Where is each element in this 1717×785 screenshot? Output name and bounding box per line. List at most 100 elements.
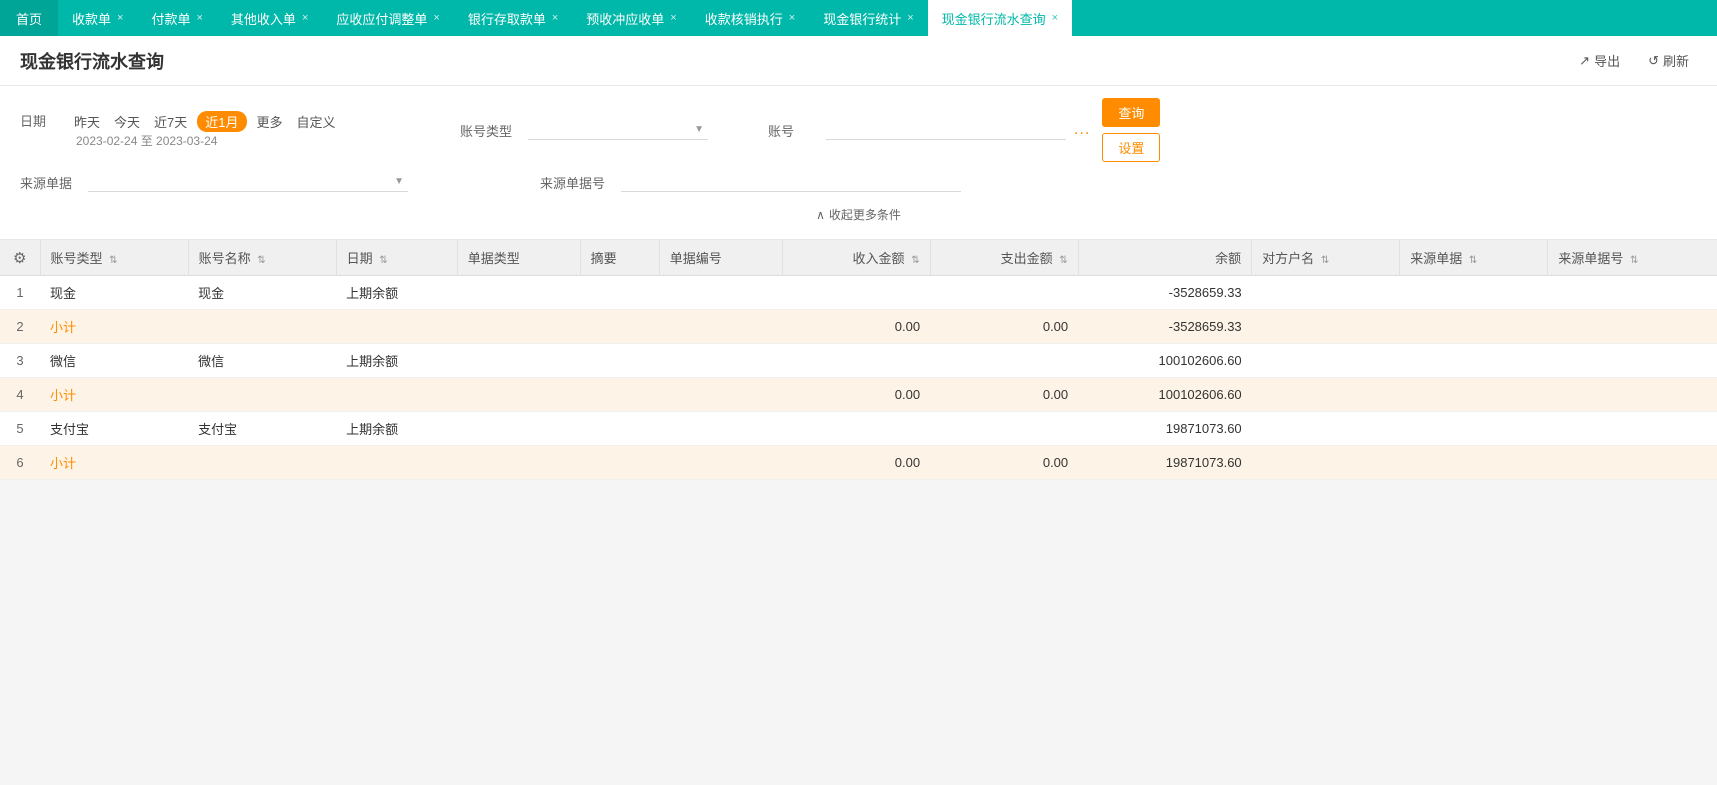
income-cell xyxy=(782,276,930,310)
nav-cash-bank-flow-close[interactable]: × xyxy=(1052,12,1058,24)
th-counterpart: 对方户名 ⇅ xyxy=(1252,240,1400,276)
account_name-cell xyxy=(188,310,336,344)
source_doc-cell xyxy=(1400,276,1548,310)
th-doc-type: 单据类型 xyxy=(457,240,580,276)
date-cell xyxy=(336,310,457,344)
date-opt-1month[interactable]: 近1月 xyxy=(197,111,246,132)
doc_type-cell xyxy=(457,446,580,480)
date-opt-7days[interactable]: 近7天 xyxy=(150,111,191,132)
date-opt-yesterday[interactable]: 昨天 xyxy=(70,111,104,132)
th-expense-label: 支出金额 xyxy=(1001,251,1053,266)
date-filter-label: 日期 xyxy=(20,111,62,130)
nav-item-receipt-verify[interactable]: 收款核销执行 × xyxy=(691,0,809,36)
nav-bank-deposit-close[interactable]: × xyxy=(552,12,558,24)
table-row[interactable]: 3微信微信上期余额100102606.60 xyxy=(0,344,1717,378)
income-cell xyxy=(782,412,930,446)
nav-item-other-income[interactable]: 其他收入单 × xyxy=(217,0,322,36)
account_type-cell: 小计 xyxy=(40,310,188,344)
date-opt-custom[interactable]: 自定义 xyxy=(293,111,340,132)
table-row[interactable]: 6小计0.000.0019871073.60 xyxy=(0,446,1717,480)
nav-payment-close[interactable]: × xyxy=(196,12,202,24)
date-range-text: 2023-02-24 至 2023-03-24 xyxy=(76,132,348,149)
refresh-icon: ↺ xyxy=(1648,53,1659,69)
expense-cell xyxy=(930,276,1078,310)
account_name-cell: 现金 xyxy=(188,276,336,310)
nav-cash-bank-flow-label: 现金银行流水查询 xyxy=(942,9,1046,28)
sort-account-name-icon[interactable]: ⇅ xyxy=(257,255,265,266)
action-buttons: 查询 设置 xyxy=(1102,98,1160,162)
table-container: ⚙ 账号类型 ⇅ 账号名称 ⇅ 日期 ⇅ 单据类型 摘要 xyxy=(0,240,1717,480)
export-button[interactable]: ↗ 导出 xyxy=(1571,47,1628,74)
nav-item-payment[interactable]: 付款单 × xyxy=(137,0,216,36)
balance-cell: -3528659.33 xyxy=(1078,310,1252,344)
date-opt-today[interactable]: 今天 xyxy=(110,111,144,132)
nav-item-cash-bank-stat[interactable]: 现金银行统计 × xyxy=(809,0,927,36)
income-cell: 0.00 xyxy=(782,446,930,480)
th-source-doc: 来源单据 ⇅ xyxy=(1400,240,1548,276)
nav-receipt-close[interactable]: × xyxy=(117,12,123,24)
row-num-cell: 6 xyxy=(0,446,40,480)
nav-item-cash-bank-flow[interactable]: 现金银行流水查询 × xyxy=(928,0,1072,36)
account-label: 账号 xyxy=(768,121,810,140)
account-input[interactable] xyxy=(826,120,1066,140)
source_doc-cell xyxy=(1400,446,1548,480)
date-opt-more[interactable]: 更多 xyxy=(253,111,287,132)
doc_type-cell xyxy=(457,310,580,344)
source_doc_no-cell xyxy=(1548,344,1717,378)
settings-button[interactable]: 设置 xyxy=(1102,133,1160,162)
source_doc_no-cell xyxy=(1548,276,1717,310)
nav-item-home[interactable]: 首页 xyxy=(0,0,58,36)
doc_no-cell xyxy=(659,344,782,378)
doc_type-cell xyxy=(457,378,580,412)
table-row[interactable]: 1现金现金上期余额-3528659.33 xyxy=(0,276,1717,310)
query-button[interactable]: 查询 xyxy=(1102,98,1160,127)
account_name-cell xyxy=(188,378,336,412)
account-ellipsis-button[interactable]: ... xyxy=(1074,121,1090,139)
collapse-label: 收起更多条件 xyxy=(829,206,901,223)
source-doc-select[interactable] xyxy=(88,172,408,191)
source_doc_no-cell xyxy=(1548,378,1717,412)
nav-item-prepay-ar[interactable]: 预收冲应收单 × xyxy=(572,0,690,36)
doc_no-cell xyxy=(659,276,782,310)
nav-item-bank-deposit[interactable]: 银行存取款单 × xyxy=(454,0,572,36)
account-type-select[interactable]: 现金 微信 支付宝 xyxy=(528,120,708,139)
balance-cell: 19871073.60 xyxy=(1078,446,1252,480)
source-doc-num-input[interactable] xyxy=(621,172,961,192)
sort-account-type-icon[interactable]: ⇅ xyxy=(109,255,117,266)
top-navigation: 首页 收款单 × 付款单 × 其他收入单 × 应收应付调整单 × 银行存取款单 … xyxy=(0,0,1717,36)
sort-date-icon[interactable]: ⇅ xyxy=(379,255,387,266)
source_doc-cell xyxy=(1400,412,1548,446)
table-row[interactable]: 4小计0.000.00100102606.60 xyxy=(0,378,1717,412)
summary-cell xyxy=(580,412,659,446)
nav-other-income-close[interactable]: × xyxy=(302,12,308,24)
account_type-cell: 支付宝 xyxy=(40,412,188,446)
collapse-filter-button[interactable]: ∧ 收起更多条件 xyxy=(20,202,1697,231)
sort-source-doc-no-icon[interactable]: ⇅ xyxy=(1630,255,1638,266)
nav-receipt-verify-close[interactable]: × xyxy=(789,12,795,24)
sort-counterpart-icon[interactable]: ⇅ xyxy=(1321,255,1329,266)
table-row[interactable]: 2小计0.000.00-3528659.33 xyxy=(0,310,1717,344)
column-settings-icon[interactable]: ⚙ xyxy=(13,250,26,267)
th-source-doc-no-label: 来源单据号 xyxy=(1558,251,1623,266)
refresh-button[interactable]: ↺ 刷新 xyxy=(1640,47,1697,74)
th-doc-no: 单据编号 xyxy=(659,240,782,276)
sort-source-doc-icon[interactable]: ⇅ xyxy=(1469,255,1477,266)
counterpart-cell xyxy=(1252,412,1400,446)
counterpart-cell xyxy=(1252,276,1400,310)
nav-prepay-ar-label: 预收冲应收单 xyxy=(586,9,664,28)
th-source-doc-label: 来源单据 xyxy=(1410,251,1462,266)
table-row[interactable]: 5支付宝支付宝上期余额19871073.60 xyxy=(0,412,1717,446)
account_type-cell: 微信 xyxy=(40,344,188,378)
th-account-name: 账号名称 ⇅ xyxy=(188,240,336,276)
nav-prepay-ar-close[interactable]: × xyxy=(670,12,676,24)
nav-item-receipt[interactable]: 收款单 × xyxy=(58,0,137,36)
nav-receipt-label: 收款单 xyxy=(72,9,111,28)
nav-cash-bank-stat-close[interactable]: × xyxy=(907,12,913,24)
balance-cell: 100102606.60 xyxy=(1078,378,1252,412)
income-cell: 0.00 xyxy=(782,310,930,344)
expense-cell: 0.00 xyxy=(930,310,1078,344)
sort-expense-icon[interactable]: ⇅ xyxy=(1059,255,1067,266)
sort-income-icon[interactable]: ⇅ xyxy=(911,255,919,266)
nav-ar-ap-close[interactable]: × xyxy=(433,12,439,24)
nav-item-ar-ap-adjust[interactable]: 应收应付调整单 × xyxy=(322,0,453,36)
